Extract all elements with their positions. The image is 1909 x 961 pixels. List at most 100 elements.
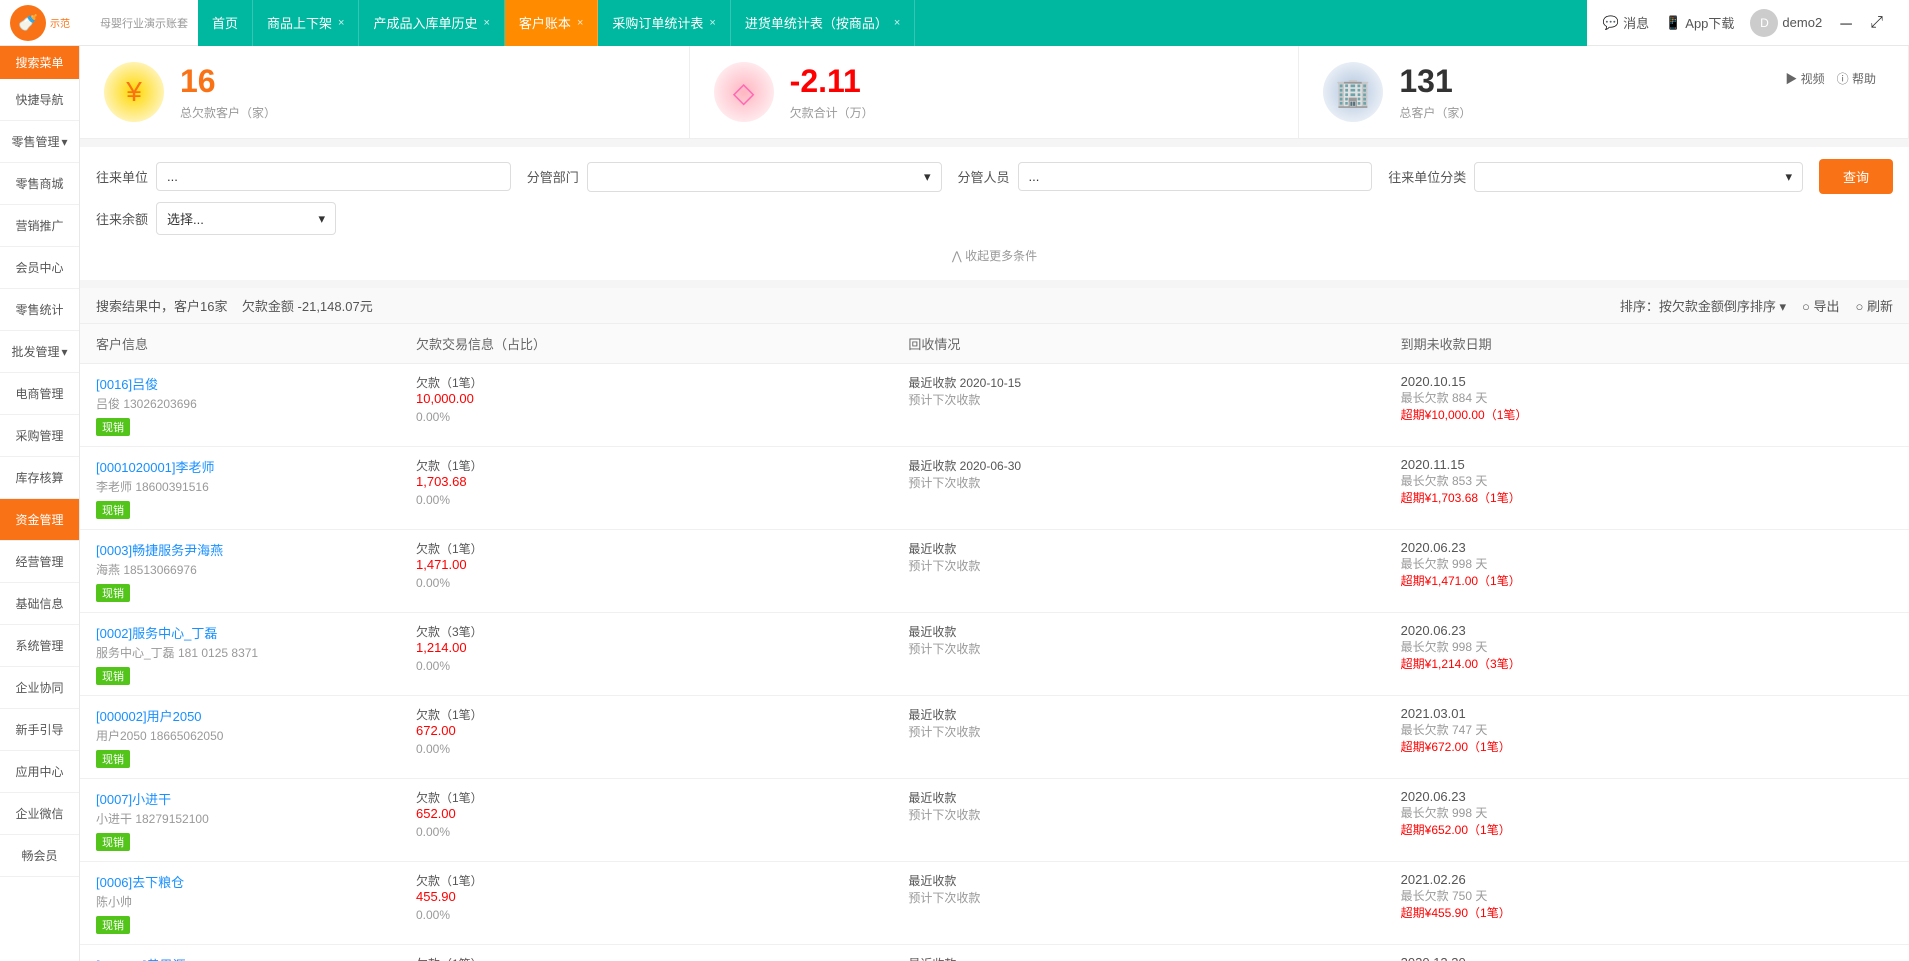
collapse-bar[interactable]: ⋀ 收起更多条件 [96, 243, 1893, 268]
tab-product-listing[interactable]: 商品上下架 × [253, 0, 359, 46]
customer-name-link[interactable]: [0016]吕俊 [96, 377, 158, 392]
sidebar-item-system[interactable]: 系统管理 [0, 625, 79, 667]
table-row: [0007]小进干 小进干 18279152100 现销 欠款（1笔） 652.… [80, 779, 1909, 862]
recovery-cell: 最近收款 预计下次收款 [908, 955, 1400, 961]
sidebar-item-purchase[interactable]: 采购管理 [0, 415, 79, 457]
sidebar-item-quick-nav[interactable]: 快捷导航 [0, 79, 79, 121]
close-icon[interactable]: × [709, 17, 715, 29]
overdue-detail[interactable]: 超期¥10,000.00（1笔） [1401, 406, 1893, 423]
filter-area: 往来单位 ... 分管部门 ▾ 分管人员 ... [80, 147, 1909, 280]
username-label: demo2 [1782, 15, 1822, 30]
query-button[interactable]: 查询 [1819, 159, 1893, 194]
debt-customers-icon: ¥ [104, 62, 164, 122]
customer-name-link[interactable]: [0006]去下粮仓 [96, 875, 184, 890]
overdue-detail[interactable]: 超期¥672.00（1笔） [1401, 738, 1893, 755]
close-icon[interactable]: × [338, 17, 344, 29]
tab-purchase-order-stats[interactable]: 采购订单统计表 × [598, 0, 730, 46]
sidebar-item-app-center[interactable]: 应用中心 [0, 751, 79, 793]
tab-customer-account[interactable]: 客户账本 × [505, 0, 598, 46]
sidebar-item-member-center[interactable]: 会员中心 [0, 247, 79, 289]
latest-collection: 最近收款 [908, 540, 1400, 557]
sidebar-item-basic-info[interactable]: 基础信息 [0, 583, 79, 625]
sidebar-item-wholesale[interactable]: 批发管理 ▾ [0, 331, 79, 373]
tab-product-listing-label: 商品上下架 [267, 13, 332, 32]
next-collection: 预计下次收款 [908, 640, 1400, 657]
latest-collection: 最近收款 [908, 706, 1400, 723]
search-menu-button[interactable]: 搜索菜单 [0, 46, 79, 79]
top-nav: 首页 商品上下架 × 产成品入库单历史 × 客户账本 × 采购订单统计表 × 进… [198, 0, 1587, 46]
overdue-detail[interactable]: 超期¥1,214.00（3笔） [1401, 655, 1893, 672]
customer-info-cell: [0002]服务中心_丁磊 服务中心_丁磊 181 0125 8371 现销 [96, 623, 416, 685]
customer-name-link[interactable]: [0003]畅捷服务尹海燕 [96, 543, 223, 558]
customer-name-link[interactable]: [0002]服务中心_丁磊 [96, 626, 217, 641]
refresh-label: 刷新 [1867, 299, 1893, 314]
due-date: 2020.06.23 [1401, 540, 1893, 555]
col-header-customer: 客户信息 [96, 334, 416, 353]
sidebar-item-operations[interactable]: 经营管理 [0, 541, 79, 583]
col-header-debt: 欠款交易信息（占比） [416, 334, 908, 353]
sort-label[interactable]: 排序：按欠款金额倒序排序 ▾ [1620, 296, 1786, 315]
app-download-button[interactable]: 📱 App下载 [1665, 13, 1734, 32]
overdue-detail[interactable]: 超期¥652.00（1笔） [1401, 821, 1893, 838]
customer-info-cell: [0016]吕俊 吕俊 13026203696 现销 [96, 374, 416, 436]
sidebar-item-ecommerce[interactable]: 电商管理 [0, 373, 79, 415]
overdue-detail[interactable]: 超期¥1,471.00（1笔） [1401, 572, 1893, 589]
filter-row-1: 往来单位 ... 分管部门 ▾ 分管人员 ... [96, 159, 1893, 194]
maximize-button[interactable]: ⤢ [1870, 14, 1883, 32]
customer-name-link[interactable]: [000002]用户2050 [96, 709, 202, 724]
app-logo: 🍼 [10, 5, 46, 41]
result-summary: 搜索结果中，客户16家 欠款金额 -21,148.07元 [96, 296, 373, 315]
close-icon[interactable]: × [894, 17, 900, 29]
tab-customer-account-label: 客户账本 [519, 13, 571, 32]
message-button[interactable]: 💬 消息 [1603, 13, 1649, 32]
debt-amount: 1,703.68 [416, 474, 908, 489]
app-download-label: App下载 [1685, 13, 1734, 32]
customer-tag: 现销 [96, 584, 130, 602]
sidebar-item-retail-mall[interactable]: 零售商城 [0, 163, 79, 205]
debt-percent: 0.00% [416, 742, 908, 756]
customer-name-link[interactable]: [0001020001]李老师 [96, 460, 215, 475]
source-unit-placeholder: ... [167, 169, 178, 184]
debt-count: 欠款（1笔） [416, 789, 908, 806]
sidebar-item-marketing[interactable]: 营销推广 [0, 205, 79, 247]
overdue-detail[interactable]: 超期¥455.90（1笔） [1401, 904, 1893, 921]
tab-home[interactable]: 首页 [198, 0, 253, 46]
sidebar-item-finance[interactable]: 资金管理 [0, 499, 79, 541]
user-menu[interactable]: D demo2 [1750, 9, 1822, 37]
manager-input[interactable]: ... [1018, 162, 1373, 191]
refresh-button[interactable]: ○ 刷新 [1856, 296, 1894, 315]
remaining-select[interactable]: 选择... ▾ [156, 202, 336, 235]
sidebar-item-inventory[interactable]: 库存核算 [0, 457, 79, 499]
due-date-cell: 2020.10.15 最长欠款 884 天 超期¥10,000.00（1笔） [1401, 374, 1893, 423]
overdue-detail[interactable]: 超期¥1,703.68（1笔） [1401, 489, 1893, 506]
customer-tag: 现销 [96, 833, 130, 851]
sidebar-item-retail-management[interactable]: 零售管理 ▾ [0, 121, 79, 163]
customer-name-link[interactable]: [0007]小进干 [96, 792, 171, 807]
close-icon[interactable]: × [483, 17, 489, 29]
max-overdue: 最长欠款 750 天 [1401, 887, 1893, 904]
close-icon[interactable]: × [577, 17, 583, 29]
sidebar-item-retail-stats[interactable]: 零售统计 [0, 289, 79, 331]
tab-production-history[interactable]: 产成品入库单历史 × [359, 0, 504, 46]
next-collection: 预计下次收款 [908, 557, 1400, 574]
export-button[interactable]: ○ 导出 [1802, 296, 1840, 315]
sidebar-item-enterprise-collab[interactable]: 企业协同 [0, 667, 79, 709]
latest-collection: 最近收款 [908, 872, 1400, 889]
export-icon: ○ [1802, 299, 1810, 314]
source-unit-input[interactable]: ... [156, 162, 511, 191]
sidebar-item-chang-member[interactable]: 畅会员 [0, 835, 79, 877]
department-select[interactable]: ▾ [587, 162, 942, 192]
stats-bar: ¥ 16 总欠款客户（家） ◇ -2.11 欠款合计（万） 🏢 131 总客户（… [80, 46, 1909, 139]
debt-percent: 0.00% [416, 659, 908, 673]
top-right: 💬 消息 📱 App下载 D demo2 － ⤢ [1587, 9, 1899, 37]
debt-customers-label: 总欠款客户（家） [180, 104, 276, 121]
table-container: 客户信息 欠款交易信息（占比） 回收情况 到期未收款日期 [0016]吕俊 吕俊… [80, 324, 1909, 961]
view-video-button[interactable]: ▶ 视频 [1785, 70, 1824, 87]
minimize-button[interactable]: － [1838, 11, 1854, 35]
sidebar-item-newbie-guide[interactable]: 新手引导 [0, 709, 79, 751]
help-button[interactable]: ⓘ 帮助 [1837, 70, 1876, 87]
latest-collection: 最近收款 [908, 623, 1400, 640]
tab-purchase-stats-by-product[interactable]: 进货单统计表（按商品） × [731, 0, 915, 46]
source-unit-type-select[interactable]: ▾ [1474, 162, 1803, 192]
sidebar-item-enterprise-wechat[interactable]: 企业微信 [0, 793, 79, 835]
